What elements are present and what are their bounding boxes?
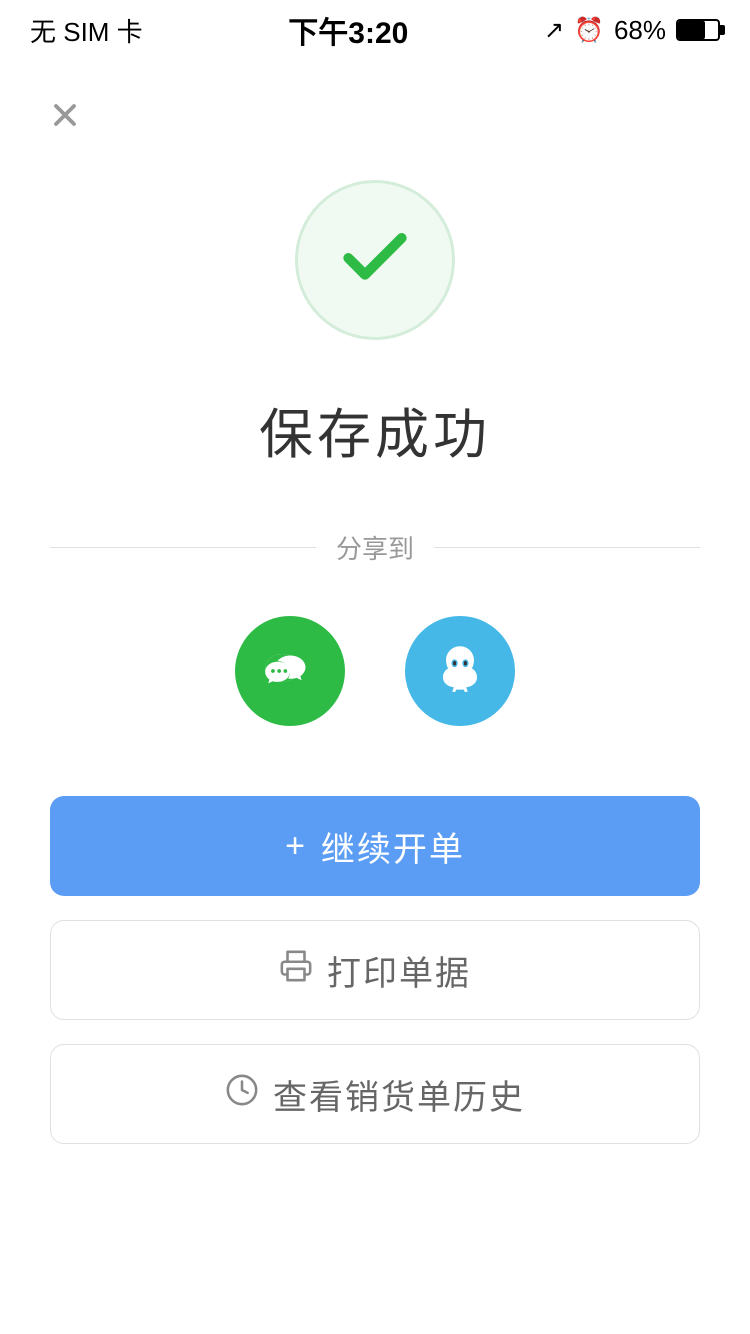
battery-icon <box>676 19 720 41</box>
close-area <box>0 60 750 140</box>
print-icon <box>279 949 313 992</box>
wechat-icon <box>259 640 321 702</box>
continue-order-button[interactable]: + 继续开单 <box>50 796 700 896</box>
print-button[interactable]: 打印单据 <box>50 920 700 1020</box>
status-right: ↗ ⏰ 68% <box>544 15 720 46</box>
battery-pct-text: 68% <box>614 15 666 46</box>
main-content: 保存成功 分享到 <box>0 140 750 1334</box>
share-icons <box>50 616 700 726</box>
history-button[interactable]: 查看销货单历史 <box>50 1044 700 1144</box>
qq-share-button[interactable] <box>405 616 515 726</box>
location-icon: ↗ <box>544 16 564 45</box>
time-display: 下午3:20 <box>288 8 408 52</box>
carrier-text: 无 SIM 卡 <box>30 12 143 49</box>
share-divider: 分享到 <box>50 529 700 566</box>
action-buttons: + 继续开单 打印单据 查看销货单历史 <box>50 796 700 1144</box>
divider-right <box>434 547 700 548</box>
status-bar: 无 SIM 卡 下午3:20 ↗ ⏰ 68% <box>0 0 750 60</box>
success-title: 保存成功 <box>259 390 491 469</box>
continue-icon: + <box>285 827 307 866</box>
share-section: 分享到 <box>50 529 700 726</box>
continue-label: 继续开单 <box>321 822 465 871</box>
status-left: 无 SIM 卡 <box>30 12 153 49</box>
print-label: 打印单据 <box>327 946 471 995</box>
qq-icon <box>429 640 491 702</box>
history-label: 查看销货单历史 <box>273 1070 525 1119</box>
share-label: 分享到 <box>336 529 414 566</box>
success-circle <box>295 180 455 340</box>
wechat-share-button[interactable] <box>235 616 345 726</box>
close-button[interactable] <box>40 90 90 140</box>
check-icon <box>335 218 415 303</box>
divider-left <box>50 547 316 548</box>
history-icon <box>225 1073 259 1116</box>
alarm-icon: ⏰ <box>574 16 604 45</box>
